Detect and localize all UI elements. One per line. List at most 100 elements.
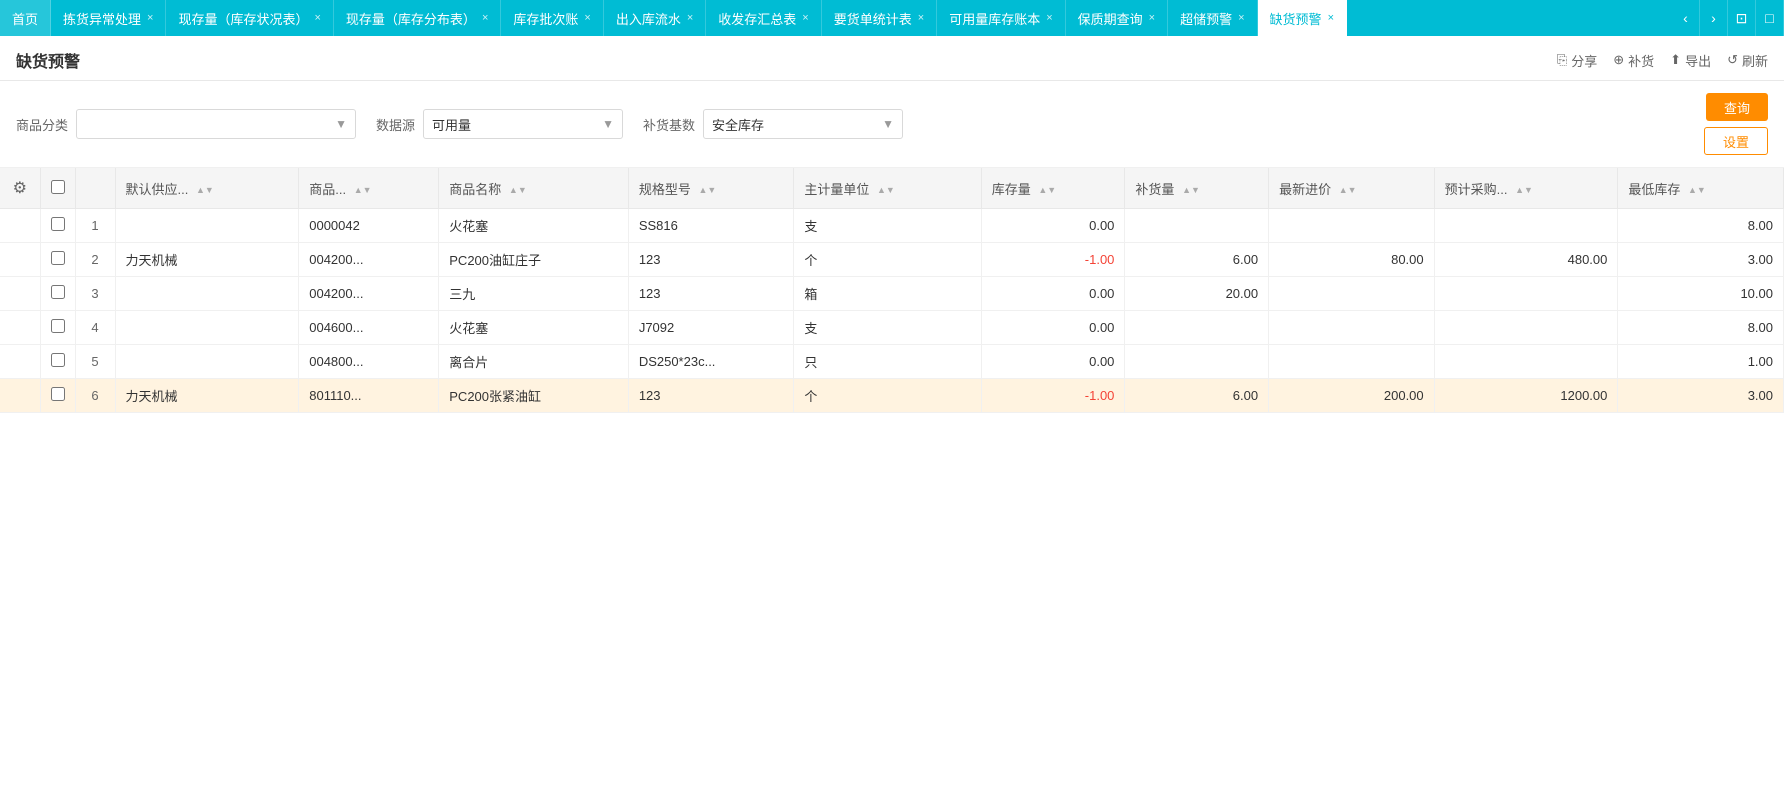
row-product-name-5: PC200张紧油缸: [439, 379, 629, 413]
row-num-5: 6: [75, 379, 115, 413]
window-restore[interactable]: ⊡: [1728, 0, 1756, 36]
tab-item-6[interactable]: 收发存汇总表×: [706, 0, 821, 36]
row-checkbox-cell-3: [40, 311, 75, 345]
tab-close-4[interactable]: ×: [584, 12, 590, 24]
category-chevron-icon: ▼: [335, 117, 347, 131]
tab-item-3[interactable]: 现存量（库存分布表） ×: [334, 0, 501, 36]
sort-unit-icon[interactable]: ▲▼: [877, 186, 895, 195]
share-action[interactable]: ⎘ 分享: [1557, 51, 1597, 70]
row-checkbox-0[interactable]: [51, 217, 65, 231]
tab-item-11[interactable]: 缺货预警 ×: [1258, 0, 1347, 36]
column-settings-button[interactable]: ⚙: [11, 176, 29, 200]
col-product-code: 商品... ▲▼: [299, 168, 439, 209]
tab-label-3: 现存量（库存分布表）: [346, 9, 476, 28]
row-stock-2: 0.00: [981, 277, 1125, 311]
row-product-name-3: 火花塞: [439, 311, 629, 345]
row-stock-1: -1.00: [981, 243, 1125, 277]
select-all-checkbox[interactable]: [51, 180, 65, 194]
window-maximize[interactable]: □: [1756, 0, 1784, 36]
sort-product-name-icon[interactable]: ▲▼: [509, 186, 527, 195]
col-settings: ⚙: [0, 168, 40, 209]
tab-item-4[interactable]: 库存批次账×: [501, 0, 603, 36]
query-button[interactable]: 查询: [1706, 93, 1768, 121]
sort-default-supplier-icon[interactable]: ▲▼: [196, 186, 214, 195]
tab-close-5[interactable]: ×: [687, 12, 693, 24]
row-product-code-4: 004800...: [299, 345, 439, 379]
sort-latest-price-icon[interactable]: ▲▼: [1339, 186, 1357, 195]
settings-button[interactable]: 设置: [1704, 127, 1768, 155]
row-checkbox-2[interactable]: [51, 285, 65, 299]
datasource-label: 数据源: [376, 115, 415, 134]
row-num-2: 3: [75, 277, 115, 311]
tab-close-9[interactable]: ×: [1149, 12, 1155, 24]
row-checkbox-4[interactable]: [51, 353, 65, 367]
tab-item-1[interactable]: 拣货异常处理×: [51, 0, 166, 36]
tab-label-9: 保质期查询: [1078, 9, 1143, 28]
replenish-base-label: 补货基数: [643, 115, 695, 134]
row-unit-1: 个: [794, 243, 981, 277]
datasource-value: 可用量: [432, 115, 598, 134]
row-product-name-1: PC200油缸庄子: [439, 243, 629, 277]
tab-close-6[interactable]: ×: [802, 12, 808, 24]
sort-replenish-qty-icon[interactable]: ▲▼: [1182, 186, 1200, 195]
tab-label-10: 超储预警: [1180, 9, 1232, 28]
row-estimated-purchase-2: [1434, 277, 1618, 311]
tab-close-1[interactable]: ×: [147, 12, 153, 24]
datasource-select[interactable]: 可用量 ▼: [423, 109, 623, 139]
col-default-supplier: 默认供应... ▲▼: [115, 168, 299, 209]
row-product-code-2: 004200...: [299, 277, 439, 311]
sort-min-stock-icon[interactable]: ▲▼: [1688, 186, 1706, 195]
row-product-name-4: 离合片: [439, 345, 629, 379]
refresh-action[interactable]: ↺ 刷新: [1727, 51, 1768, 70]
header-actions: ⎘ 分享 ⊕ 补货 ⬆ 导出 ↺ 刷新: [1557, 51, 1768, 70]
category-select[interactable]: ▼: [76, 109, 356, 139]
sort-estimated-purchase-icon[interactable]: ▲▼: [1515, 186, 1533, 195]
tab-item-8[interactable]: 可用量库存账本×: [937, 0, 1065, 36]
datasource-filter-group: 数据源 可用量 ▼: [376, 109, 623, 139]
row-checkbox-1[interactable]: [51, 251, 65, 265]
tab-label-11: 缺货预警: [1270, 9, 1322, 28]
row-spec-4: DS250*23c...: [628, 345, 794, 379]
row-supplier-4: [115, 345, 299, 379]
tab-item-2[interactable]: 现存量（库存状况表）×: [166, 0, 333, 36]
replenish-action[interactable]: ⊕ 补货: [1613, 51, 1654, 70]
row-estimated-purchase-0: [1434, 209, 1618, 243]
filter-actions: 查询 设置: [1704, 93, 1768, 155]
tab-close-8[interactable]: ×: [1046, 12, 1052, 24]
tab-close-11[interactable]: ×: [1328, 12, 1334, 24]
col-unit: 主计量单位 ▲▼: [794, 168, 981, 209]
tab-scroll-prev[interactable]: ‹: [1672, 0, 1700, 36]
tab-nav-buttons: ‹ › ⊡ □: [1672, 0, 1784, 36]
row-min-stock-5: 3.00: [1618, 379, 1784, 413]
tab-close-7[interactable]: ×: [918, 12, 924, 24]
tab-scroll-next[interactable]: ›: [1700, 0, 1728, 36]
row-num-3: 4: [75, 311, 115, 345]
tab-item-9[interactable]: 保质期查询 ×: [1066, 0, 1168, 36]
col-min-stock: 最低库存 ▲▼: [1618, 168, 1784, 209]
share-icon: ⎘: [1557, 52, 1567, 68]
table-row: 4004600...火花塞J7092支0.008.00: [0, 311, 1784, 345]
row-checkbox-3[interactable]: [51, 319, 65, 333]
filter-bar: 商品分类 ▼ 数据源 可用量 ▼ 补货基数 安全库存 ▼ 查询 设置: [0, 81, 1784, 168]
tab-close-2[interactable]: ×: [314, 12, 320, 24]
tab-item-0[interactable]: 首页: [0, 0, 51, 36]
row-unit-2: 箱: [794, 277, 981, 311]
page-content: 缺货预警 ⎘ 分享 ⊕ 补货 ⬆ 导出 ↺ 刷新 商品分类: [0, 36, 1784, 796]
tab-item-7[interactable]: 要货单统计表×: [822, 0, 937, 36]
replenish-base-select[interactable]: 安全库存 ▼: [703, 109, 903, 139]
row-checkbox-5[interactable]: [51, 387, 65, 401]
tab-item-5[interactable]: 出入库流水×: [604, 0, 706, 36]
table-row: 5004800...离合片DS250*23c...只0.001.00: [0, 345, 1784, 379]
row-checkbox-cell-4: [40, 345, 75, 379]
row-latest-price-3: [1269, 311, 1435, 345]
refresh-label: 刷新: [1742, 51, 1768, 70]
row-stock-0: 0.00: [981, 209, 1125, 243]
sort-product-code-icon[interactable]: ▲▼: [354, 186, 372, 195]
tab-close-3[interactable]: ×: [482, 12, 488, 24]
tab-item-10[interactable]: 超储预警 ×: [1168, 0, 1257, 36]
export-action[interactable]: ⬆ 导出: [1670, 51, 1711, 70]
tab-close-10[interactable]: ×: [1238, 12, 1244, 24]
sort-stock-icon[interactable]: ▲▼: [1038, 186, 1056, 195]
row-latest-price-4: [1269, 345, 1435, 379]
sort-spec-icon[interactable]: ▲▼: [698, 186, 716, 195]
